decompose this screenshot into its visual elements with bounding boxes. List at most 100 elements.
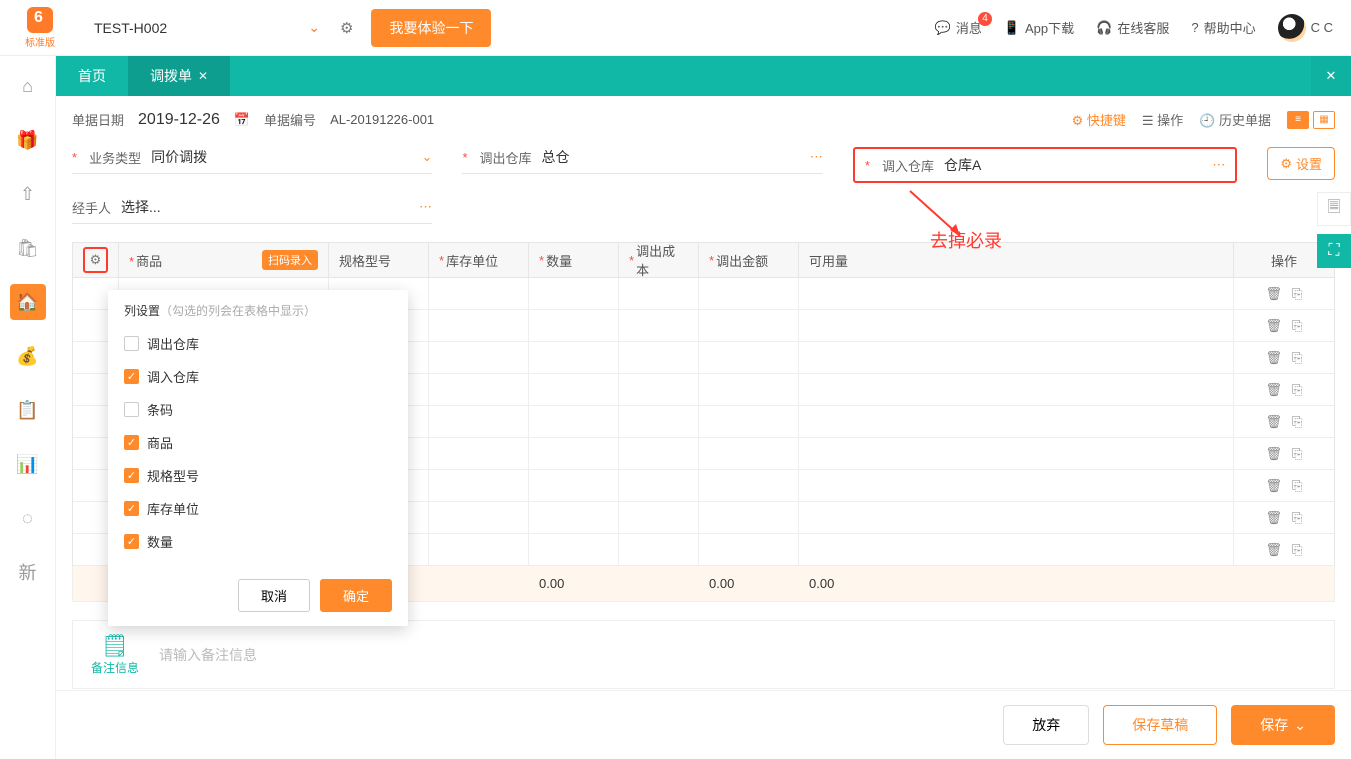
popup-cancel-button[interactable]: 取消 [238, 579, 310, 612]
history-link[interactable]: 🕘 历史单据 [1199, 110, 1271, 129]
checkbox[interactable]: ✓ [124, 435, 139, 450]
copy-icon[interactable]: ⎘ [1292, 446, 1302, 462]
nav-download[interactable]: 📱 App下载 [1004, 18, 1074, 37]
view-grid-button[interactable]: ▦ [1313, 111, 1335, 129]
save-button[interactable]: 保存⌄ [1231, 705, 1335, 745]
history-icon: 🕘 [1199, 113, 1215, 128]
tab-transfer[interactable]: 调拨单 ✕ [128, 56, 230, 96]
copy-icon[interactable]: ⎘ [1292, 318, 1302, 334]
form-row-2: 经手人 选择... ⋯ [72, 197, 1335, 224]
nav-messages[interactable]: 💬 消息 4 [935, 18, 982, 37]
trash-icon[interactable]: 🗑 [1266, 318, 1283, 334]
nav-support[interactable]: 🎧 在线客服 [1096, 18, 1169, 37]
trash-icon[interactable]: 🗑 [1266, 382, 1283, 398]
close-icon[interactable]: ✕ [198, 69, 208, 83]
view-toggle: ≡ ▦ [1287, 111, 1335, 129]
chevron-down-icon: ⌄ [422, 149, 433, 165]
rail-expand-button[interactable]: ⛶ [1317, 234, 1351, 268]
save-draft-button[interactable]: 保存草稿 [1103, 705, 1217, 745]
sidebar-bag-icon[interactable]: 🛍 [10, 230, 46, 266]
scan-entry-tag[interactable]: 扫码录入 [262, 250, 318, 270]
col-cost: *调出成本 [619, 243, 699, 277]
field-biztype[interactable]: *业务类型 同价调拨 ⌄ [72, 147, 432, 174]
logo-icon [27, 7, 53, 33]
sidebar-sync-icon[interactable]: ◌ [10, 500, 46, 536]
checkbox[interactable] [124, 402, 139, 417]
nav-user[interactable]: C C [1278, 14, 1333, 42]
more-icon: ⋯ [419, 199, 432, 215]
trash-icon[interactable]: 🗑 [1266, 510, 1283, 526]
close-panel-button[interactable]: ✕ [1311, 56, 1351, 96]
copy-icon[interactable]: ⎘ [1292, 382, 1302, 398]
rail-note-button[interactable]: 🗏 [1317, 192, 1351, 226]
checkbox[interactable]: ✓ [124, 468, 139, 483]
popup-item[interactable]: ✓数量 [124, 525, 392, 558]
sidebar-money-icon[interactable]: 💰 [10, 338, 46, 374]
copy-icon[interactable]: ⎘ [1292, 414, 1302, 430]
trash-icon[interactable]: 🗑 [1266, 446, 1283, 462]
checkbox[interactable]: ✓ [124, 369, 139, 384]
trash-icon[interactable]: 🗑 [1266, 478, 1283, 494]
gear-icon: ⚙ [1072, 113, 1084, 128]
popup-item[interactable]: ✓库存单位 [124, 492, 392, 525]
copy-icon[interactable]: ⎘ [1292, 286, 1302, 302]
more-icon: ⋯ [1212, 157, 1225, 173]
copy-icon[interactable]: ⎘ [1292, 510, 1302, 526]
popup-item[interactable]: ✓商品 [124, 426, 392, 459]
shortcut-link[interactable]: ⚙ 快捷键 [1072, 110, 1126, 129]
popup-item[interactable]: ✓规格型号 [124, 459, 392, 492]
copy-icon[interactable]: ⎘ [1292, 542, 1302, 558]
popup-hint: （勾选的列会在表格中显示） [160, 304, 316, 318]
popup-item[interactable]: ✓调入仓库 [124, 360, 392, 393]
tab-home[interactable]: 首页 [56, 56, 128, 96]
popup-item[interactable]: 单位2 [124, 558, 392, 567]
field-in-warehouse[interactable]: *调入仓库 仓库A ⋯ [853, 147, 1237, 183]
popup-item-label: 单位2 [147, 565, 180, 567]
biztype-value: 同价调拨 [151, 147, 411, 167]
in-label: 调入仓库 [882, 156, 934, 175]
trash-icon[interactable]: 🗑 [1266, 414, 1283, 430]
settings-button[interactable]: ⚙设置 [1267, 147, 1335, 180]
calendar-icon[interactable]: 📅 [234, 112, 250, 128]
gear-icon[interactable]: ⚙ [340, 19, 353, 37]
chat-icon: 💬 [935, 20, 951, 36]
checkbox[interactable]: ✓ [124, 501, 139, 516]
sidebar-gift-icon[interactable]: 🎁 [10, 122, 46, 158]
trial-button[interactable]: 我要体验一下 [371, 9, 491, 47]
trash-icon[interactable]: 🗑 [1266, 286, 1283, 302]
view-list-button[interactable]: ≡ [1287, 111, 1309, 129]
popup-item[interactable]: 条码 [124, 393, 392, 426]
field-out-warehouse[interactable]: *调出仓库 总仓 ⋯ [462, 147, 822, 174]
checkbox[interactable] [124, 336, 139, 351]
org-selector[interactable]: TEST-H002 ⌄ [82, 10, 332, 46]
trash-icon[interactable]: 🗑 [1266, 542, 1283, 558]
copy-icon[interactable]: ⎘ [1292, 478, 1302, 494]
sidebar: ⌂ 🎁 ⇧ 🛍 🏠 💰 📋 📊 ◌ 新 [0, 56, 56, 759]
date-value[interactable]: 2019-12-26 [138, 111, 220, 129]
headset-icon: 🎧 [1096, 20, 1112, 36]
sidebar-home-icon[interactable]: ⌂ [10, 68, 46, 104]
foot-avail: 0.00 [799, 566, 1234, 601]
phone-icon: 📱 [1004, 20, 1020, 36]
sidebar-new-icon[interactable]: 新 [10, 554, 46, 590]
trash-icon[interactable]: 🗑 [1266, 350, 1283, 366]
avatar [1278, 14, 1306, 42]
col-settings-button[interactable]: ⚙ [73, 243, 119, 277]
handler-placeholder: 选择... [121, 197, 409, 217]
column-settings-popup: 列设置（勾选的列会在表格中显示） 调出仓库✓调入仓库条码✓商品✓规格型号✓库存单… [108, 290, 408, 626]
gear-icon: ⚙ [83, 247, 109, 273]
remark-input[interactable] [159, 647, 1316, 663]
doc-header: 单据日期 2019-12-26 📅 单据编号 AL-20191226-001 ⚙… [72, 110, 1335, 129]
popup-item[interactable]: 调出仓库 [124, 327, 392, 360]
checkbox[interactable]: ✓ [124, 534, 139, 549]
ops-link[interactable]: ☰ 操作 [1142, 110, 1183, 129]
discard-button[interactable]: 放弃 [1003, 705, 1089, 745]
sidebar-warehouse-icon[interactable]: 🏠 [10, 284, 46, 320]
copy-icon[interactable]: ⎘ [1292, 350, 1302, 366]
field-handler[interactable]: 经手人 选择... ⋯ [72, 197, 432, 224]
sidebar-upload-icon[interactable]: ⇧ [10, 176, 46, 212]
popup-ok-button[interactable]: 确定 [320, 579, 392, 612]
sidebar-report-icon[interactable]: 📊 [10, 446, 46, 482]
sidebar-clipboard-icon[interactable]: 📋 [10, 392, 46, 428]
nav-help[interactable]: ? 帮助中心 [1191, 18, 1255, 37]
